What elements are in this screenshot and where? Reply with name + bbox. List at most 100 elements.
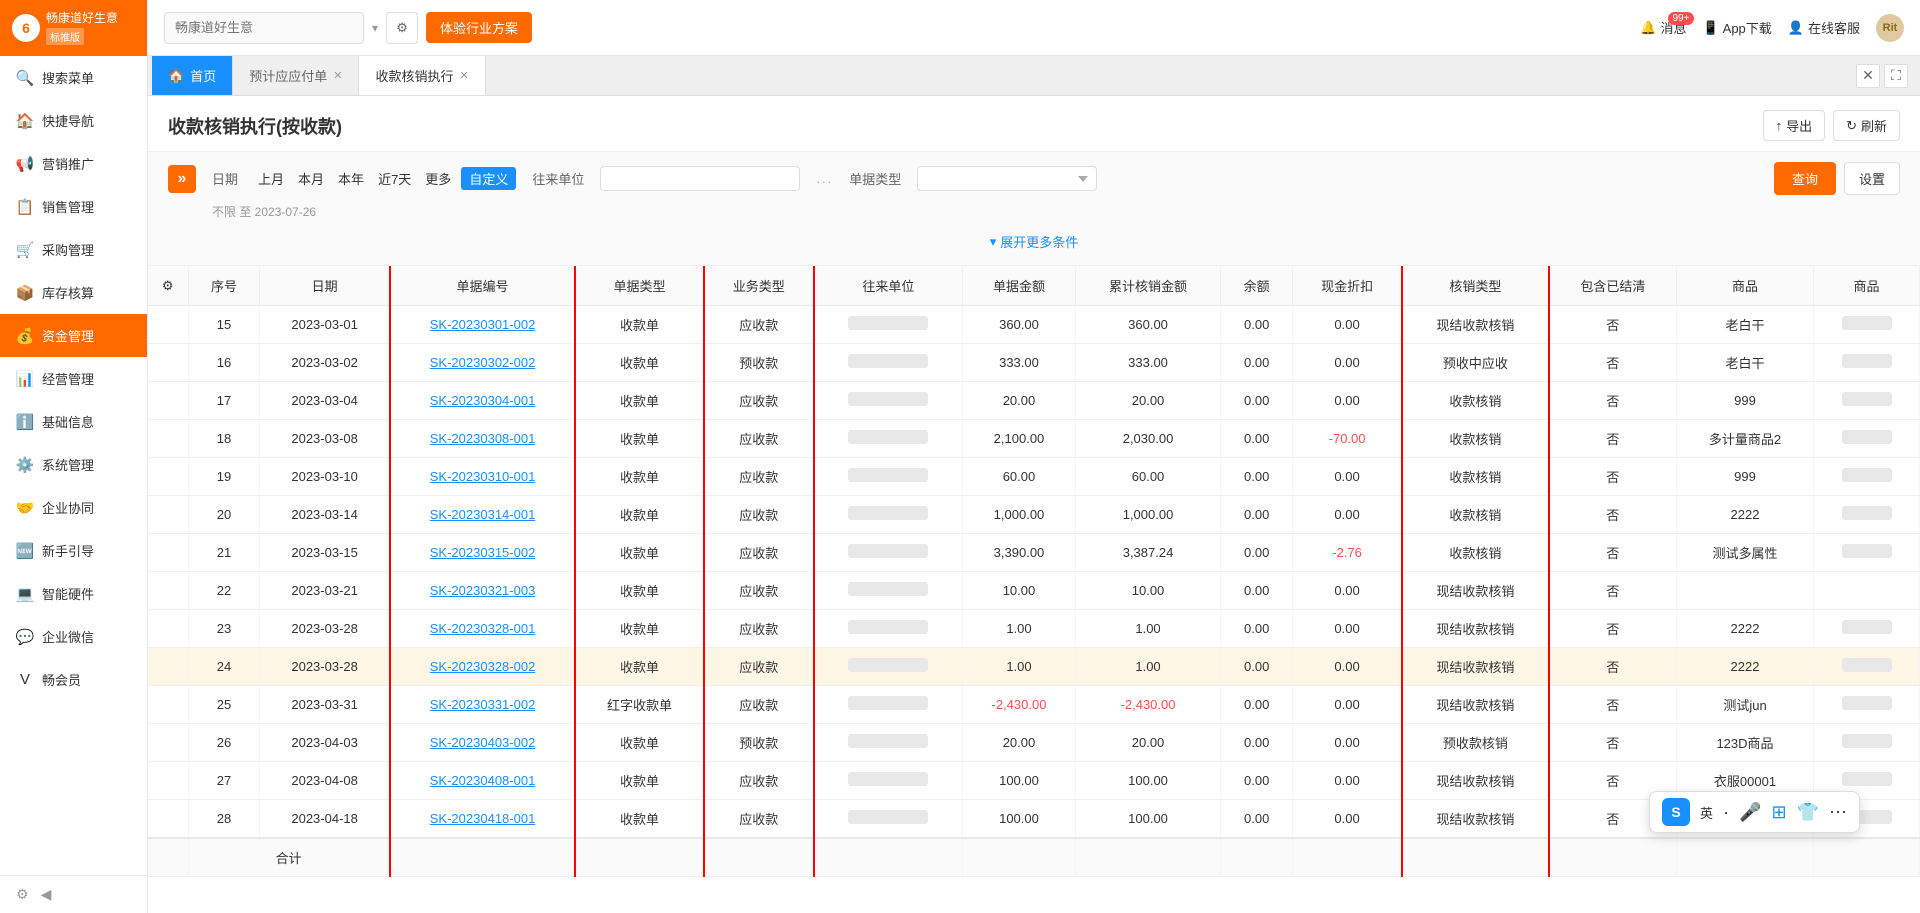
topbar-dropdown-arrow[interactable]: ▾ xyxy=(372,21,378,35)
col-nuketype-header[interactable]: 核销类型 xyxy=(1402,266,1549,306)
col-singleno-cell[interactable]: SK-20230321-003 xyxy=(390,572,576,610)
sidebar-item-marketing[interactable]: 📢 营销推广 xyxy=(0,142,147,185)
online-service-link[interactable]: 👤 在线客服 xyxy=(1788,18,1860,37)
single-no-link[interactable]: SK-20230328-002 xyxy=(430,659,536,674)
sidebar-item-finance[interactable]: 💰 资金管理 xyxy=(0,314,147,357)
topbar-message-btn[interactable]: 🔔 消息 99+ xyxy=(1640,18,1686,37)
sidebar-item-guide[interactable]: 🆕 新手引导 xyxy=(0,529,147,572)
single-no-link[interactable]: SK-20230314-001 xyxy=(430,507,536,522)
single-no-link[interactable]: SK-20230418-001 xyxy=(430,811,536,826)
date-btn-more[interactable]: 更多 xyxy=(421,167,455,190)
table-row[interactable]: 25 2023-03-31 SK-20230331-002 红字收款单 应收款 … xyxy=(148,686,1920,724)
single-no-link[interactable]: SK-20230301-002 xyxy=(430,317,536,332)
col-singleno-cell[interactable]: SK-20230328-002 xyxy=(390,648,576,686)
single-no-link[interactable]: SK-20230328-001 xyxy=(430,621,536,636)
refresh-button[interactable]: ↻ 刷新 xyxy=(1833,110,1900,141)
sidebar-item-search[interactable]: 🔍 搜索菜单 xyxy=(0,56,147,99)
sidebar-settings-icon[interactable]: ⚙ xyxy=(16,886,29,903)
sidebar-item-system[interactable]: ⚙️ 系统管理 xyxy=(0,443,147,486)
ime-more-icon[interactable]: ⋯ xyxy=(1829,802,1847,823)
single-no-link[interactable]: SK-20230304-001 xyxy=(430,393,536,408)
col-singleno-cell[interactable]: SK-20230408-001 xyxy=(390,762,576,800)
filter-toggle-btn[interactable]: » xyxy=(168,165,196,193)
table-row[interactable]: 23 2023-03-28 SK-20230328-001 收款单 应收款 1.… xyxy=(148,610,1920,648)
single-no-link[interactable]: SK-20230310-001 xyxy=(430,469,536,484)
col-amount-header[interactable]: 单据金额 xyxy=(963,266,1076,306)
topbar-search-input[interactable] xyxy=(164,12,364,44)
expand-more-btn[interactable]: ▾ 展开更多条件 xyxy=(168,228,1900,255)
sidebar-item-hardware[interactable]: 💻 智能硬件 xyxy=(0,572,147,615)
table-row[interactable]: 21 2023-03-15 SK-20230315-002 收款单 应收款 3,… xyxy=(148,534,1920,572)
single-no-link[interactable]: SK-20230408-001 xyxy=(430,773,536,788)
table-row[interactable]: 16 2023-03-02 SK-20230302-002 收款单 预收款 33… xyxy=(148,344,1920,382)
col-singleno-cell[interactable]: SK-20230310-001 xyxy=(390,458,576,496)
col-goods2-header[interactable]: 商品 xyxy=(1814,266,1920,306)
sidebar-item-operation[interactable]: 📊 经营管理 xyxy=(0,357,147,400)
tab-pending[interactable]: 预计应应付单 ✕ xyxy=(233,56,359,95)
col-singleno-cell[interactable]: SK-20230304-001 xyxy=(390,382,576,420)
ime-grid-icon[interactable]: ⊞ xyxy=(1771,802,1786,823)
single-no-link[interactable]: SK-20230308-001 xyxy=(430,431,536,446)
single-no-link[interactable]: SK-20230331-002 xyxy=(430,697,536,712)
date-btn-custom[interactable]: 自定义 xyxy=(461,167,516,190)
sidebar-item-wecom[interactable]: 💬 企业微信 xyxy=(0,615,147,658)
col-singleno-cell[interactable]: SK-20230301-002 xyxy=(390,306,576,344)
query-button[interactable]: 查询 xyxy=(1774,162,1836,195)
col-singleno-cell[interactable]: SK-20230315-002 xyxy=(390,534,576,572)
sidebar-item-purchase[interactable]: 🛒 采购管理 xyxy=(0,228,147,271)
col-incldone-header[interactable]: 包含已结清 xyxy=(1549,266,1677,306)
col-singleno-cell[interactable]: SK-20230308-001 xyxy=(390,420,576,458)
sidebar-item-inventory[interactable]: 📦 库存核算 xyxy=(0,271,147,314)
table-row[interactable]: 15 2023-03-01 SK-20230301-002 收款单 应收款 36… xyxy=(148,306,1920,344)
col-singleno-cell[interactable]: SK-20230302-002 xyxy=(390,344,576,382)
table-row[interactable]: 24 2023-03-28 SK-20230328-002 收款单 应收款 1.… xyxy=(148,648,1920,686)
col-settings-header[interactable]: ⚙ xyxy=(148,266,188,306)
col-cumcancel-header[interactable]: 累计核销金额 xyxy=(1075,266,1220,306)
single-no-link[interactable]: SK-20230403-002 xyxy=(430,735,536,750)
single-no-link[interactable]: SK-20230321-003 xyxy=(430,583,536,598)
col-goods-header[interactable]: 商品 xyxy=(1676,266,1813,306)
sidebar-item-corp[interactable]: 🤝 企业协同 xyxy=(0,486,147,529)
table-row[interactable]: 20 2023-03-14 SK-20230314-001 收款单 应收款 1,… xyxy=(148,496,1920,534)
tab-collection[interactable]: 收款核销执行 ✕ xyxy=(359,56,485,95)
sidebar-item-basic[interactable]: ℹ️ 基础信息 xyxy=(0,400,147,443)
ime-mic-icon[interactable]: 🎤 xyxy=(1739,802,1761,823)
col-singleno-cell[interactable]: SK-20230418-001 xyxy=(390,800,576,839)
app-download-link[interactable]: 📱 App下载 xyxy=(1702,18,1771,37)
export-button[interactable]: ↑ 导出 xyxy=(1763,110,1826,141)
date-btn-thismonth[interactable]: 本月 xyxy=(294,167,328,190)
sidebar-item-sales[interactable]: 📋 销售管理 xyxy=(0,185,147,228)
sidebar-item-quicknav[interactable]: 🏠 快捷导航 xyxy=(0,99,147,142)
col-singleno-cell[interactable]: SK-20230328-001 xyxy=(390,610,576,648)
col-singleno-cell[interactable]: SK-20230403-002 xyxy=(390,724,576,762)
col-singletype-header[interactable]: 单据类型 xyxy=(575,266,703,306)
solution-button[interactable]: 体验行业方案 xyxy=(426,12,532,43)
vouchertype-filter-select[interactable] xyxy=(917,166,1097,191)
date-btn-lastmonth[interactable]: 上月 xyxy=(254,167,288,190)
tab-pending-close[interactable]: ✕ xyxy=(333,69,342,82)
topbar-gear-icon[interactable]: ⚙ xyxy=(386,12,418,44)
col-date-header[interactable]: 日期 xyxy=(260,266,390,306)
col-cashdisc-header[interactable]: 现金折扣 xyxy=(1293,266,1402,306)
table-row[interactable]: 26 2023-04-03 SK-20230403-002 收款单 预收款 20… xyxy=(148,724,1920,762)
date-btn-7days[interactable]: 近7天 xyxy=(374,167,415,190)
settings-button[interactable]: 设置 xyxy=(1844,162,1900,195)
col-balance-header[interactable]: 余额 xyxy=(1221,266,1293,306)
tab-home[interactable]: 🏠 首页 xyxy=(152,56,233,95)
col-biztype-header[interactable]: 业务类型 xyxy=(704,266,814,306)
single-no-link[interactable]: SK-20230302-002 xyxy=(430,355,536,370)
tab-close-btn[interactable]: ✕ xyxy=(1856,64,1880,88)
date-btn-thisyear[interactable]: 本年 xyxy=(334,167,368,190)
single-no-link[interactable]: SK-20230315-002 xyxy=(430,545,536,560)
table-row[interactable]: 18 2023-03-08 SK-20230308-001 收款单 应收款 2,… xyxy=(148,420,1920,458)
col-partner-header[interactable]: 往来单位 xyxy=(814,266,963,306)
table-row[interactable]: 19 2023-03-10 SK-20230310-001 收款单 应收款 60… xyxy=(148,458,1920,496)
avatar[interactable]: Rit xyxy=(1876,14,1904,42)
table-row[interactable]: 17 2023-03-04 SK-20230304-001 收款单 应收款 20… xyxy=(148,382,1920,420)
tab-collection-close[interactable]: ✕ xyxy=(459,69,468,82)
col-singleno-cell[interactable]: SK-20230314-001 xyxy=(390,496,576,534)
partner-filter-input[interactable] xyxy=(600,166,800,191)
sidebar-collapse-icon[interactable]: ◀ xyxy=(41,886,52,903)
col-singleno-cell[interactable]: SK-20230331-002 xyxy=(390,686,576,724)
sidebar-item-member[interactable]: V 畅会员 xyxy=(0,658,147,701)
